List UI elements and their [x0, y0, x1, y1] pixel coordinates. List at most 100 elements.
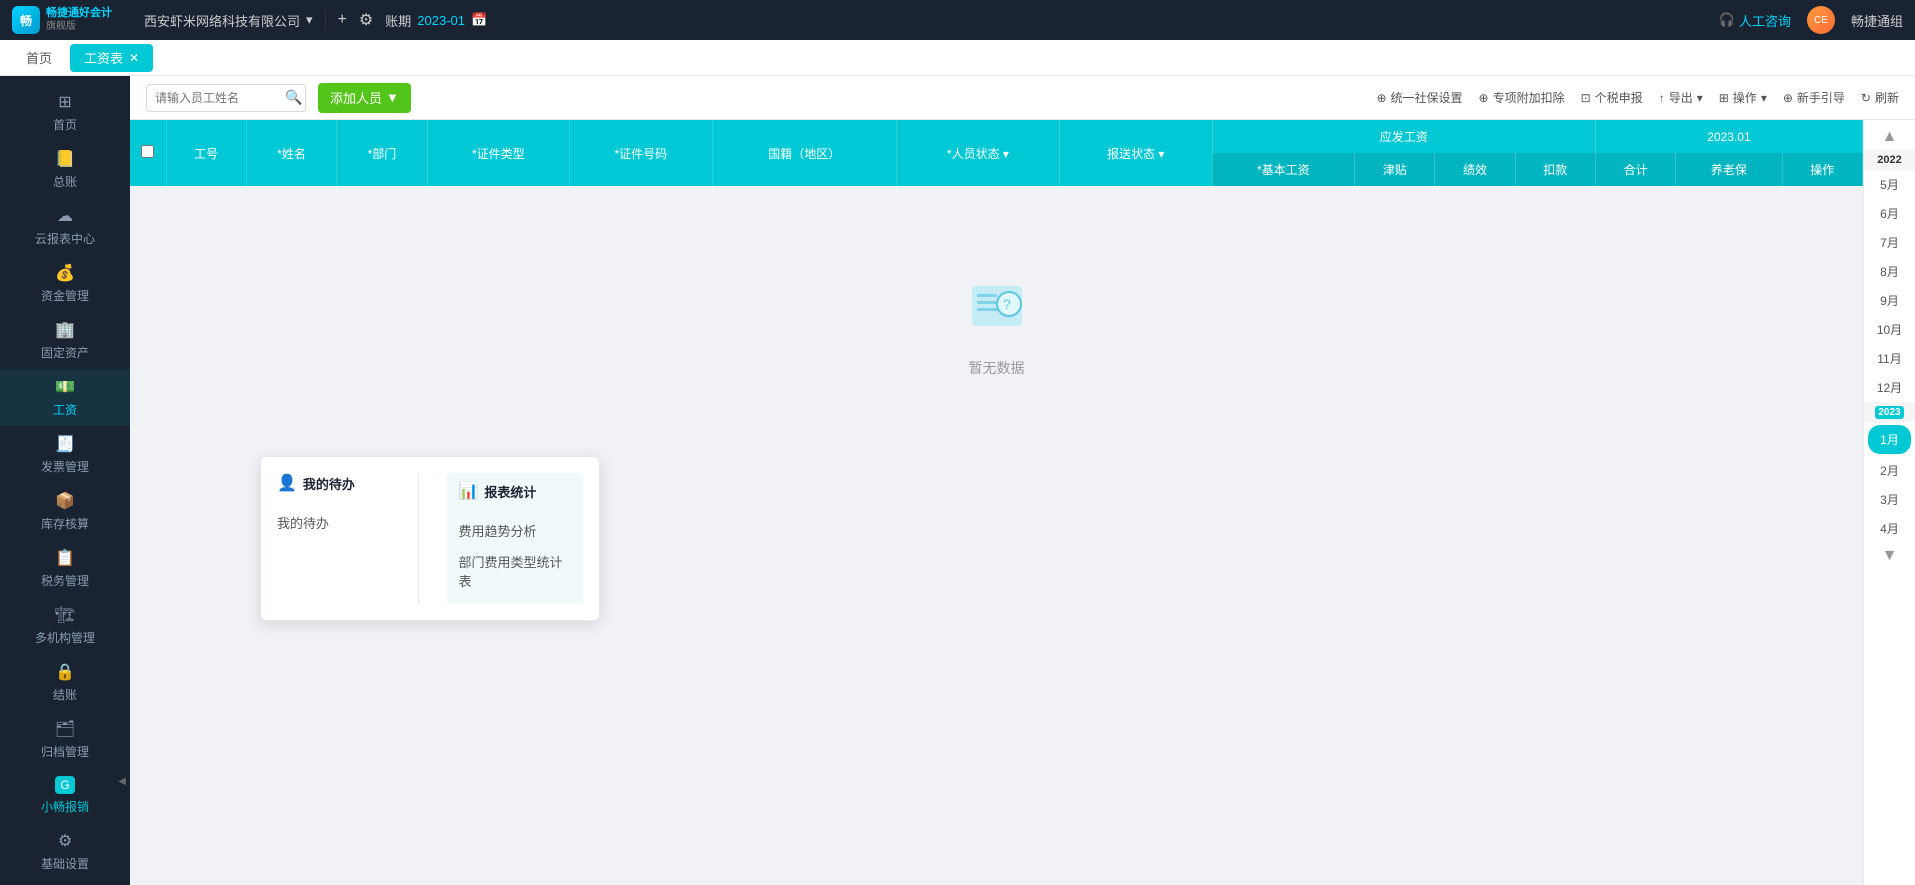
- operations-arrow-icon: ▾: [1761, 91, 1767, 105]
- year-badge: 2023: [1875, 406, 1903, 419]
- month-2023-01[interactable]: 1月: [1868, 425, 1911, 454]
- th-checkbox[interactable]: [130, 120, 166, 186]
- empty-state: ? 暂无数据: [130, 186, 1863, 458]
- month-2023-04[interactable]: 4月: [1864, 514, 1915, 543]
- period-area: 账期 2023-01 📅: [385, 11, 487, 30]
- settings-btn[interactable]: ⚙: [359, 10, 373, 30]
- sidebar-item-invoice[interactable]: 🧾 发票管理: [0, 426, 130, 483]
- th-operation: 操作: [1782, 153, 1862, 186]
- company-arrow-icon: ▾: [306, 12, 313, 28]
- month-nav-down[interactable]: ▼: [1864, 543, 1915, 569]
- month-2023-02[interactable]: 2月: [1864, 456, 1915, 485]
- top-right: 🎧 人工咨询 CE 畅捷通组: [1719, 6, 1903, 34]
- th-cert-type: *证件类型: [427, 120, 569, 186]
- search-input[interactable]: [155, 91, 285, 105]
- sidebar-item-salary[interactable]: 💵 工资: [0, 369, 130, 426]
- inventory-icon: 📦: [55, 491, 75, 511]
- refresh-icon: ↻: [1861, 91, 1871, 105]
- xiaochang-dropdown: 👤 我的待办 我的待办 📊 报表统计 费用趋势分析: [260, 456, 600, 621]
- month-sidebar: ▲ 2022 5月 6月 7月 8月 9月 10月 11月 12月 2023 1…: [1863, 120, 1915, 885]
- toolbar-actions: ⊕ 统一社保设置 ⊕ 专项附加扣除 ⊡ 个税申报 ↑ 导出 ▾ ⊞: [1376, 89, 1899, 106]
- status-filter-icon[interactable]: ▾: [1003, 147, 1009, 161]
- export-btn[interactable]: ↑ 导出 ▾: [1659, 89, 1703, 106]
- pending-col-icon: 👤: [277, 473, 297, 493]
- sidebar-item-cloud-report[interactable]: ☁ 云报表中心: [0, 198, 130, 255]
- month-2023-03[interactable]: 3月: [1864, 485, 1915, 514]
- tab-home[interactable]: 首页: [12, 44, 66, 72]
- month-2022-09[interactable]: 9月: [1864, 286, 1915, 315]
- personal-tax-btn[interactable]: ⊡ 个税申报: [1581, 89, 1643, 106]
- calendar-icon[interactable]: 📅: [471, 12, 487, 28]
- invoice-icon: 🧾: [55, 434, 75, 454]
- period-value: 2023-01: [417, 13, 465, 28]
- logo-icon: 畅: [12, 6, 40, 34]
- select-all-checkbox[interactable]: [141, 145, 154, 158]
- th-bonus: 绩效: [1435, 153, 1515, 186]
- main-layout: ⊞ 首页 📒 总账 ☁ 云报表中心 💰 资金管理 🏢 固定资产 💵 工资 🧾 发…: [0, 76, 1915, 885]
- month-2022-05[interactable]: 5月: [1864, 170, 1915, 199]
- sidebar-item-closing[interactable]: 🔒 结账: [0, 654, 130, 711]
- th-pension: 养老保: [1676, 153, 1782, 186]
- th-status: *人员状态 ▾: [897, 120, 1060, 186]
- th-salary-group: 应发工资: [1212, 120, 1595, 153]
- logo-area: 畅 畅捷通好会计 旗舰版: [12, 6, 132, 34]
- closing-icon: 🔒: [55, 662, 75, 682]
- sidebar-item-multi-org[interactable]: 🏗 多机构管理: [0, 597, 130, 654]
- support-btn[interactable]: 🎧 人工咨询: [1719, 11, 1791, 30]
- sidebar-item-archive[interactable]: 🗂 归档管理: [0, 711, 130, 768]
- settings-icon: ⚙: [58, 831, 72, 851]
- export-arrow-icon: ▾: [1697, 91, 1703, 105]
- dropdown-item-dept-expense[interactable]: 部门费用类型统计表: [459, 546, 572, 596]
- new-guide-btn[interactable]: ⊕ 新手引导: [1783, 89, 1845, 106]
- month-2022-12[interactable]: 12月: [1864, 373, 1915, 402]
- month-2022-07[interactable]: 7月: [1864, 228, 1915, 257]
- sidebar-item-new-guide[interactable]: ▶ 新手引导: [0, 880, 130, 885]
- cloud-icon: ☁: [57, 206, 73, 226]
- sidebar-item-fund[interactable]: 💰 资金管理: [0, 255, 130, 312]
- dropdown-item-expense-trend[interactable]: 费用趋势分析: [459, 515, 572, 546]
- svg-text:?: ?: [1003, 296, 1011, 312]
- sidebar-item-basic-settings[interactable]: ⚙ 基础设置: [0, 823, 130, 880]
- search-icon[interactable]: 🔍: [285, 89, 302, 106]
- sidebar-item-tax[interactable]: 📋 税务管理: [0, 540, 130, 597]
- user-name[interactable]: 畅捷通组: [1851, 11, 1903, 30]
- social-security-btn[interactable]: ⊕ 统一社保设置: [1376, 89, 1462, 106]
- sidebar-item-fixed-assets[interactable]: 🏢 固定资产: [0, 312, 130, 369]
- add-person-btn[interactable]: 添加人员 ▼: [318, 83, 411, 113]
- empty-text: 暂无数据: [969, 358, 1025, 378]
- month-2022-10[interactable]: 10月: [1864, 315, 1915, 344]
- sidebar: ⊞ 首页 📒 总账 ☁ 云报表中心 💰 资金管理 🏢 固定资产 💵 工资 🧾 发…: [0, 76, 130, 885]
- operations-btn[interactable]: ⊞ 操作 ▾: [1719, 89, 1767, 106]
- refresh-btn[interactable]: ↻ 刷新: [1861, 89, 1899, 106]
- operations-icon: ⊞: [1719, 91, 1729, 105]
- year-2023-header: 2023: [1864, 402, 1915, 423]
- month-2022-06[interactable]: 6月: [1864, 199, 1915, 228]
- company-selector[interactable]: 西安虾米网络科技有限公司 ▾: [144, 11, 313, 30]
- month-2022-08[interactable]: 8月: [1864, 257, 1915, 286]
- special-deduction-btn[interactable]: ⊕ 专项附加扣除: [1479, 89, 1565, 106]
- year-2022-header: 2022: [1864, 150, 1915, 170]
- add-company-btn[interactable]: +: [338, 11, 347, 29]
- content-area: 🔍 添加人员 ▼ ⊕ 统一社保设置 ⊕ 专项附加扣除 ⊡ 个税申报: [130, 76, 1915, 885]
- personal-tax-icon: ⊡: [1581, 91, 1591, 105]
- report-filter-icon[interactable]: ▾: [1158, 147, 1164, 161]
- tab-close-icon[interactable]: ✕: [129, 51, 139, 65]
- salary-table: 工号 *姓名 *部门 *证件类型 *证件号码 国籍（地区） *人员状态 ▾ 报送…: [130, 120, 1863, 186]
- sidebar-item-ledger[interactable]: 📒 总账: [0, 141, 130, 198]
- divider1: [325, 10, 326, 30]
- ledger-icon: 📒: [55, 149, 75, 169]
- sidebar-item-home[interactable]: ⊞ 首页: [0, 84, 130, 141]
- dropdown-item-my-pending[interactable]: 我的待办: [277, 507, 390, 538]
- fund-icon: 💰: [55, 263, 75, 283]
- month-2022-11[interactable]: 11月: [1864, 344, 1915, 373]
- report-col-icon: 📊: [459, 481, 479, 501]
- sidebar-item-inventory[interactable]: 📦 库存核算: [0, 483, 130, 540]
- month-nav-up[interactable]: ▲: [1864, 124, 1915, 150]
- xiaochang-icon: G: [55, 776, 74, 794]
- th-total: 合计: [1595, 153, 1675, 186]
- company-name: 西安虾米网络科技有限公司: [144, 11, 300, 30]
- th-name: *姓名: [246, 120, 336, 186]
- sidebar-item-xiaochang[interactable]: G 小畅报销 ◀: [0, 768, 130, 823]
- tab-salary[interactable]: 工资表 ✕: [70, 44, 153, 72]
- dropdown-divider: [418, 473, 419, 604]
